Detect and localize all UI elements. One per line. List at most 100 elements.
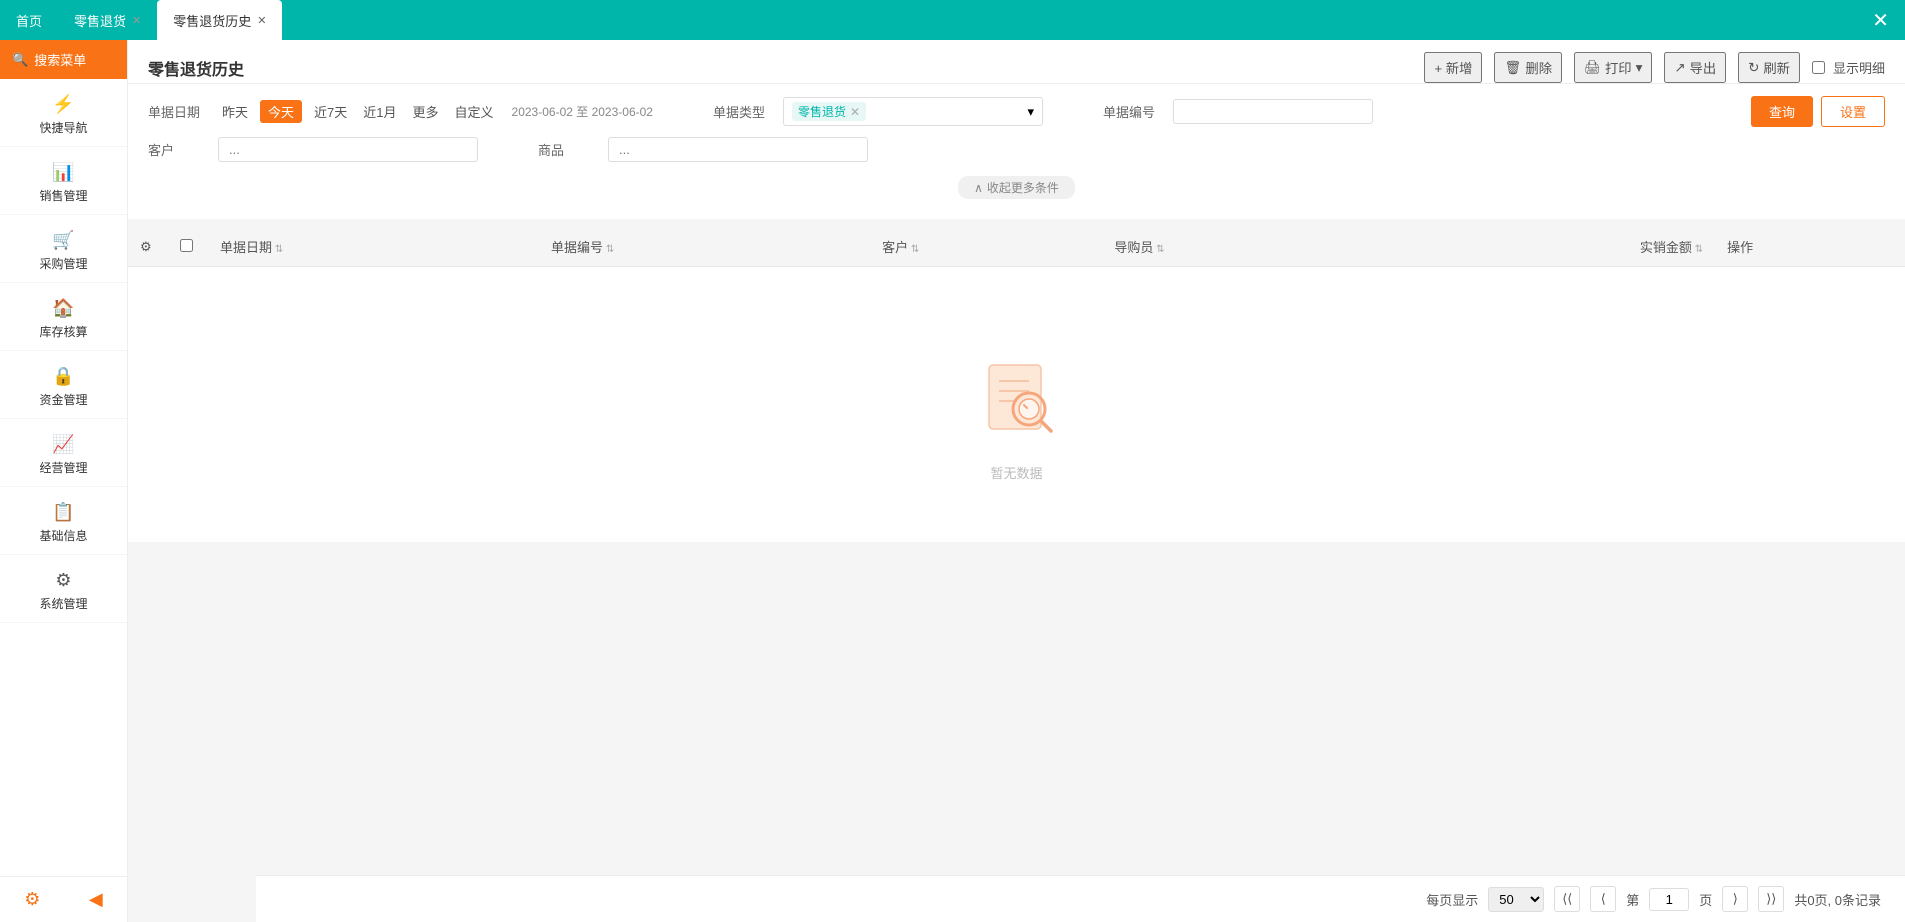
sidebar-item-quick-nav-label: 快捷导航 xyxy=(39,119,87,136)
sidebar-item-quick-nav[interactable]: ⚡ 快捷导航 xyxy=(0,79,127,147)
table-header-row: ⚙ 单据日期 单据编号 客户 导购员 实销金额 操作 xyxy=(128,227,1905,267)
add-button[interactable]: + 新增 xyxy=(1424,52,1482,83)
last-page-btn[interactable]: ⟩⟩ xyxy=(1758,886,1784,912)
top-tabs: 首页 零售退货 ✕ 零售退货历史 ✕ xyxy=(0,0,1872,40)
top-bar: 首页 零售退货 ✕ 零售退货历史 ✕ ✕ xyxy=(0,0,1905,40)
page-size-select[interactable]: 20 50 100 xyxy=(1488,887,1544,912)
export-button[interactable]: ↗ 导出 xyxy=(1664,52,1726,83)
tab-home-label: 首页 xyxy=(16,11,42,30)
sidebar-item-inventory-label: 库存核算 xyxy=(39,323,87,340)
sidebar-item-basic-info[interactable]: 📋 基础信息 xyxy=(0,487,127,555)
tab-retail-return-close[interactable]: ✕ xyxy=(132,14,141,27)
type-dropdown-icon[interactable]: ▾ xyxy=(1027,104,1034,120)
setting-button[interactable]: 设置 xyxy=(1821,96,1885,127)
col-amount[interactable]: 实销金额 xyxy=(1384,227,1715,267)
sidebar-search[interactable]: 🔍 搜索菜单 xyxy=(0,40,127,79)
customer-filter-group: 客户 xyxy=(148,137,478,162)
sidebar-item-inventory[interactable]: 🏠 库存核算 xyxy=(0,283,127,351)
goods-filter-group: 商品 xyxy=(538,137,868,162)
date-opt-yesterday[interactable]: 昨天 xyxy=(218,100,252,123)
sidebar-item-purchase[interactable]: 🛒 采购管理 xyxy=(0,215,127,283)
date-opt-custom[interactable]: 自定义 xyxy=(451,100,498,123)
type-tag-retail-return: 零售退货 ✕ xyxy=(792,102,866,121)
settings-gear-icon[interactable]: ⚙ xyxy=(24,889,40,910)
col-settings[interactable]: ⚙ xyxy=(128,227,168,267)
collapse-up-icon: ∧ xyxy=(974,181,983,195)
export-icon: ↗ xyxy=(1674,60,1685,76)
inventory-icon: 🏠 xyxy=(53,297,75,319)
col-customer[interactable]: 客户 xyxy=(870,227,1102,267)
date-opt-more[interactable]: 更多 xyxy=(409,100,443,123)
sidebar-item-operation-label: 经营管理 xyxy=(39,459,87,476)
query-button[interactable]: 查询 xyxy=(1751,96,1813,127)
print-button[interactable]: 🖨 打印 ▾ xyxy=(1574,52,1652,83)
tab-retail-return-history-close[interactable]: ✕ xyxy=(257,14,266,27)
empty-state: 暂无数据 xyxy=(128,267,1905,542)
col-number[interactable]: 单据编号 xyxy=(539,227,870,267)
pagination-bar: 每页显示 20 50 100 ⟨⟨ ⟨ 第 页 ⟩ ⟩⟩ 共0页, 0条记录 xyxy=(256,875,1905,922)
sidebar: 🔍 搜索菜单 ⚡ 快捷导航 📊 销售管理 🛒 采购管理 🏠 库存核算 🔒 资金管… xyxy=(0,40,128,922)
date-label: 单据日期 xyxy=(148,102,208,121)
goods-input[interactable] xyxy=(608,137,868,162)
sidebar-bottom: ⚙ ◀ xyxy=(0,876,127,922)
table-container: ⚙ 单据日期 单据编号 客户 导购员 实销金额 操作 xyxy=(128,227,1905,542)
display-toggle[interactable]: 显示明细 xyxy=(1812,58,1885,77)
prev-page-btn[interactable]: ⟨ xyxy=(1590,886,1616,912)
query-actions: 查询 设置 xyxy=(1751,96,1885,127)
first-page-btn[interactable]: ⟨⟨ xyxy=(1554,886,1580,912)
type-select[interactable]: 零售退货 ✕ ▾ xyxy=(783,97,1043,126)
display-toggle-checkbox[interactable] xyxy=(1812,61,1825,74)
next-page-btn[interactable]: ⟩ xyxy=(1722,886,1748,912)
sidebar-item-basic-info-label: 基础信息 xyxy=(39,527,87,544)
print-icon: 🖨 xyxy=(1584,60,1601,76)
collapse-sidebar-icon[interactable]: ◀ xyxy=(89,889,103,910)
sidebar-item-system[interactable]: ⚙ 系统管理 xyxy=(0,555,127,623)
number-label: 单据编号 xyxy=(1103,102,1163,121)
date-filter-group: 单据日期 昨天 今天 近7天 近1月 更多 自定义 2023-06-02 至 2… xyxy=(148,100,653,123)
tab-home[interactable]: 首页 xyxy=(0,0,58,40)
type-tags: 零售退货 ✕ xyxy=(792,102,866,121)
print-dropdown-icon: ▾ xyxy=(1636,60,1643,76)
sidebar-item-finance[interactable]: 🔒 资金管理 xyxy=(0,351,127,419)
sidebar-item-sales-label: 销售管理 xyxy=(39,187,87,204)
tab-retail-return[interactable]: 零售退货 ✕ xyxy=(58,0,157,40)
col-date[interactable]: 单据日期 xyxy=(208,227,539,267)
empty-icon xyxy=(967,347,1067,447)
type-tag-close[interactable]: ✕ xyxy=(850,105,860,119)
sidebar-item-system-label: 系统管理 xyxy=(39,595,87,612)
operation-icon: 📈 xyxy=(53,433,75,455)
page-number-input[interactable] xyxy=(1649,888,1689,911)
collapse-btn[interactable]: ∧ 收起更多条件 xyxy=(958,176,1075,199)
main-content: 零售退货历史 + 新增 🗑 删除 🖨 打印 ▾ ↗ 导出 ↻ xyxy=(128,40,1905,922)
col-guide[interactable]: 导购员 xyxy=(1102,227,1384,267)
page-size-label: 每页显示 xyxy=(1426,890,1478,909)
sidebar-item-sales[interactable]: 📊 销售管理 xyxy=(0,147,127,215)
number-input[interactable] xyxy=(1173,99,1373,124)
col-checkbox xyxy=(168,227,208,267)
content-wrapper: 零售退货历史 + 新增 🗑 删除 🖨 打印 ▾ ↗ 导出 ↻ xyxy=(128,40,1905,878)
tab-retail-return-history-label: 零售退货历史 xyxy=(173,11,251,30)
select-all-checkbox[interactable] xyxy=(180,239,193,252)
sidebar-item-operation[interactable]: 📈 经营管理 xyxy=(0,419,127,487)
customer-input[interactable] xyxy=(218,137,478,162)
sidebar-item-finance-label: 资金管理 xyxy=(39,391,87,408)
page-label-after: 页 xyxy=(1699,890,1712,909)
sales-icon: 📊 xyxy=(53,161,75,183)
date-opt-1month[interactable]: 近1月 xyxy=(359,100,400,123)
empty-illustration xyxy=(967,347,1067,447)
date-opt-today[interactable]: 今天 xyxy=(260,100,302,123)
search-icon: 🔍 xyxy=(12,52,28,68)
page-actions: + 新增 🗑 删除 🖨 打印 ▾ ↗ 导出 ↻ 刷新 xyxy=(1424,52,1885,83)
data-table: ⚙ 单据日期 单据编号 客户 导购员 实销金额 操作 xyxy=(128,227,1905,267)
quick-nav-icon: ⚡ xyxy=(53,93,75,115)
goods-label: 商品 xyxy=(538,140,598,159)
tab-retail-return-history[interactable]: 零售退货历史 ✕ xyxy=(157,0,282,40)
refresh-button[interactable]: ↻ 刷新 xyxy=(1738,52,1800,83)
window-close-btn[interactable]: ✕ xyxy=(1872,8,1905,33)
pagination-summary: 共0页, 0条记录 xyxy=(1794,890,1881,909)
collapse-row: ∧ 收起更多条件 xyxy=(148,172,1885,207)
date-range-display: 2023-06-02 至 2023-06-02 xyxy=(512,103,653,120)
delete-button[interactable]: 🗑 删除 xyxy=(1494,52,1562,83)
customer-label: 客户 xyxy=(148,140,208,159)
date-opt-7days[interactable]: 近7天 xyxy=(310,100,351,123)
